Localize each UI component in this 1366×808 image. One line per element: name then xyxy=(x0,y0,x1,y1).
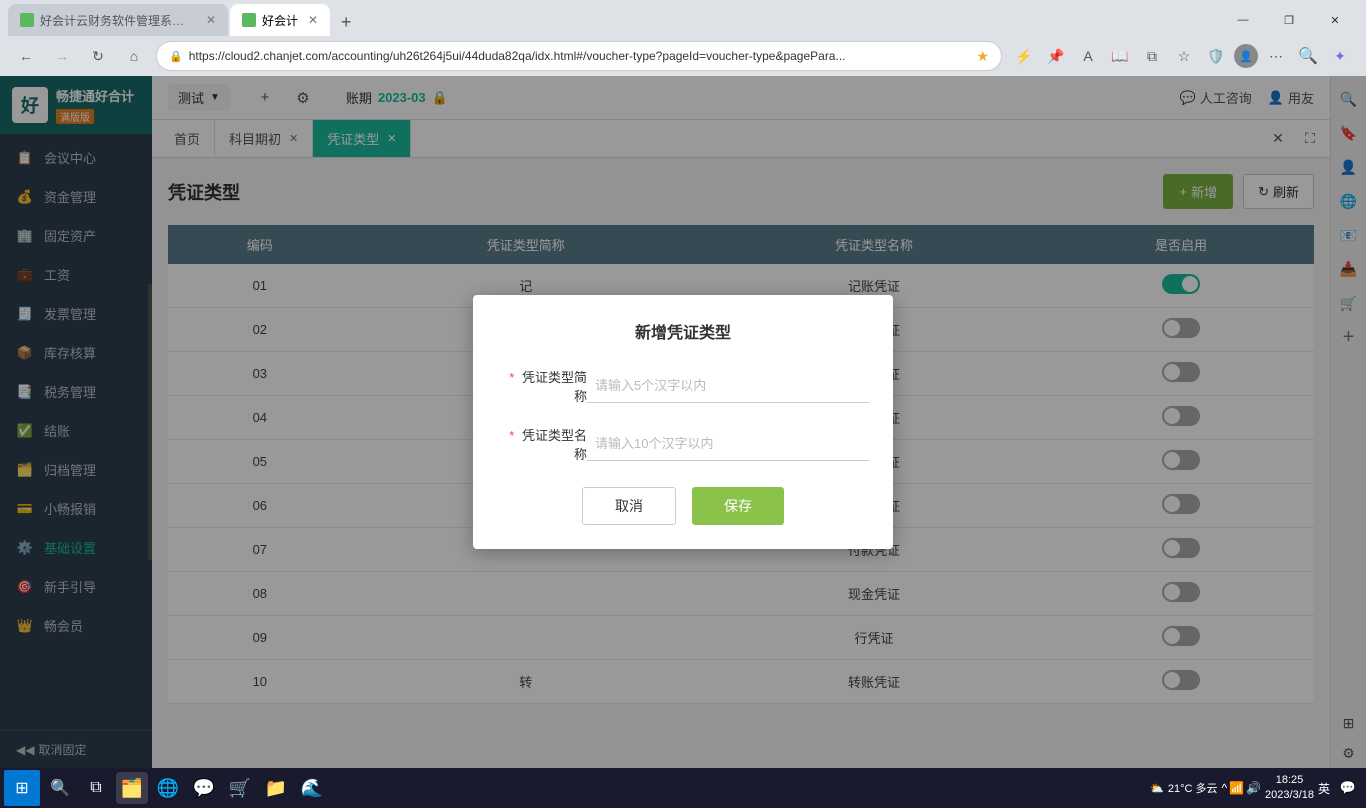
taskbar-time-value: 18:25 xyxy=(1265,773,1314,788)
required-mark-1: * xyxy=(509,370,514,385)
modal-field-short-label: * 凭证类型简称 xyxy=(497,367,587,405)
maximize-button[interactable]: ❐ xyxy=(1266,4,1312,36)
taskbar-chrome[interactable]: 🌐 xyxy=(152,772,184,804)
taskbar-lang[interactable]: 英 xyxy=(1318,780,1330,797)
bookmark-icon[interactable]: ★ xyxy=(976,48,989,65)
taskbar-edge[interactable]: 🌊 xyxy=(296,772,328,804)
taskbar-explorer[interactable]: 🗂️ xyxy=(116,772,148,804)
home-browser-button[interactable]: ⌂ xyxy=(120,42,148,70)
lock-icon: 🔒 xyxy=(169,50,183,63)
required-mark-2: * xyxy=(509,428,514,443)
taskbar-notification[interactable]: 💬 xyxy=(1334,774,1362,802)
minimize-button[interactable]: — xyxy=(1220,4,1266,36)
translate-icon[interactable]: A xyxy=(1074,42,1102,70)
taskbar-weather: ⛅ 21°C 多云 xyxy=(1150,780,1217,796)
tab-bar: 好会计云财务软件管理系统_会计 ✕ 好会计 ✕ + — ❐ ✕ xyxy=(0,0,1366,36)
taskbar-chevron-icon[interactable]: ^ xyxy=(1222,781,1228,795)
modal-field-name-label: * 凭证类型名称 xyxy=(497,425,587,463)
taskbar-system-icons: ^ 📶 🔊 xyxy=(1222,781,1262,795)
taskbar-date-value: 2023/3/18 xyxy=(1265,788,1314,803)
modal-field-name: * 凭证类型名称 xyxy=(497,425,869,463)
close-button[interactable]: ✕ xyxy=(1312,4,1358,36)
browser-chrome: 好会计云财务软件管理系统_会计 ✕ 好会计 ✕ + — ❐ ✕ ← → ↻ ⌂ … xyxy=(0,0,1366,76)
tab-label-1: 好会计云财务软件管理系统_会计 xyxy=(40,12,196,29)
tab-label-2: 好会计 xyxy=(262,12,298,29)
taskbar-store[interactable]: 🛒 xyxy=(224,772,256,804)
weather-text: 21°C 多云 xyxy=(1168,780,1218,796)
add-voucher-type-modal: 新增凭证类型 * 凭证类型简称 * 凭证类型名称 取消 保存 xyxy=(473,295,893,549)
browser-toolbar-right: ⚡ 📌 A 📖 ⧉ ☆ 🛡️ 👤 ⋯ 🔍 ✦ xyxy=(1010,42,1354,70)
taskbar-files[interactable]: 📁 xyxy=(260,772,292,804)
tab-favicon-2 xyxy=(242,13,256,27)
modal-cancel-button[interactable]: 取消 xyxy=(582,487,676,525)
security-icon[interactable]: 🛡️ xyxy=(1202,42,1230,70)
url-text: https://cloud2.chanjet.com/accounting/uh… xyxy=(189,49,971,63)
taskbar-task-view[interactable]: ⧉ xyxy=(80,772,112,804)
taskbar-sound-icon: 🔊 xyxy=(1246,781,1261,795)
modal-overlay: 新增凭证类型 * 凭证类型简称 * 凭证类型名称 取消 保存 xyxy=(0,76,1366,768)
copilot-icon[interactable]: ✦ xyxy=(1326,42,1354,70)
tab-close-1[interactable]: ✕ xyxy=(206,13,216,27)
taskbar-right: ⛅ 21°C 多云 ^ 📶 🔊 18:25 2023/3/18 英 💬 xyxy=(1150,773,1362,804)
extensions-icon[interactable]: ⚡ xyxy=(1010,42,1038,70)
url-bar[interactable]: 🔒 https://cloud2.chanjet.com/accounting/… xyxy=(156,41,1002,71)
tab-close-2[interactable]: ✕ xyxy=(308,13,318,27)
back-button[interactable]: ← xyxy=(12,42,40,70)
more-icon[interactable]: ⋯ xyxy=(1262,42,1290,70)
browser-tab-2[interactable]: 好会计 ✕ xyxy=(230,4,330,36)
browser-tab-1[interactable]: 好会计云财务软件管理系统_会计 ✕ xyxy=(8,4,228,36)
weather-icon: ⛅ xyxy=(1150,782,1164,795)
taskbar-clock[interactable]: 18:25 2023/3/18 xyxy=(1265,773,1314,804)
taskbar-wechat[interactable]: 💬 xyxy=(188,772,220,804)
start-button[interactable]: ⊞ xyxy=(4,770,40,806)
taskbar: ⊞ 🔍 ⧉ 🗂️ 🌐 💬 🛒 📁 🌊 ⛅ 21°C 多云 ^ 📶 🔊 18:25 xyxy=(0,768,1366,808)
taskbar-search[interactable]: 🔍 xyxy=(44,772,76,804)
collections-icon[interactable]: 📌 xyxy=(1042,42,1070,70)
new-tab-button[interactable]: + xyxy=(332,8,360,36)
voucher-short-input[interactable] xyxy=(587,369,869,403)
splitscreen-icon[interactable]: ⧉ xyxy=(1138,42,1166,70)
profile-icon[interactable]: 👤 xyxy=(1234,44,1258,68)
address-bar: ← → ↻ ⌂ 🔒 https://cloud2.chanjet.com/acc… xyxy=(0,36,1366,76)
modal-field-short: * 凭证类型简称 xyxy=(497,367,869,405)
taskbar-network-icon: 📶 xyxy=(1229,781,1244,795)
voucher-name-input[interactable] xyxy=(587,427,869,461)
modal-actions: 取消 保存 xyxy=(497,487,869,525)
immersive-icon[interactable]: 📖 xyxy=(1106,42,1134,70)
forward-button[interactable]: → xyxy=(48,42,76,70)
tab-favicon-1 xyxy=(20,13,34,27)
search-sidebar-icon[interactable]: 🔍 xyxy=(1294,42,1322,70)
window-controls: — ❐ ✕ xyxy=(1220,4,1358,36)
modal-title: 新增凭证类型 xyxy=(497,319,869,343)
modal-save-button[interactable]: 保存 xyxy=(692,487,784,525)
refresh-browser-button[interactable]: ↻ xyxy=(84,42,112,70)
favorites-icon[interactable]: ☆ xyxy=(1170,42,1198,70)
